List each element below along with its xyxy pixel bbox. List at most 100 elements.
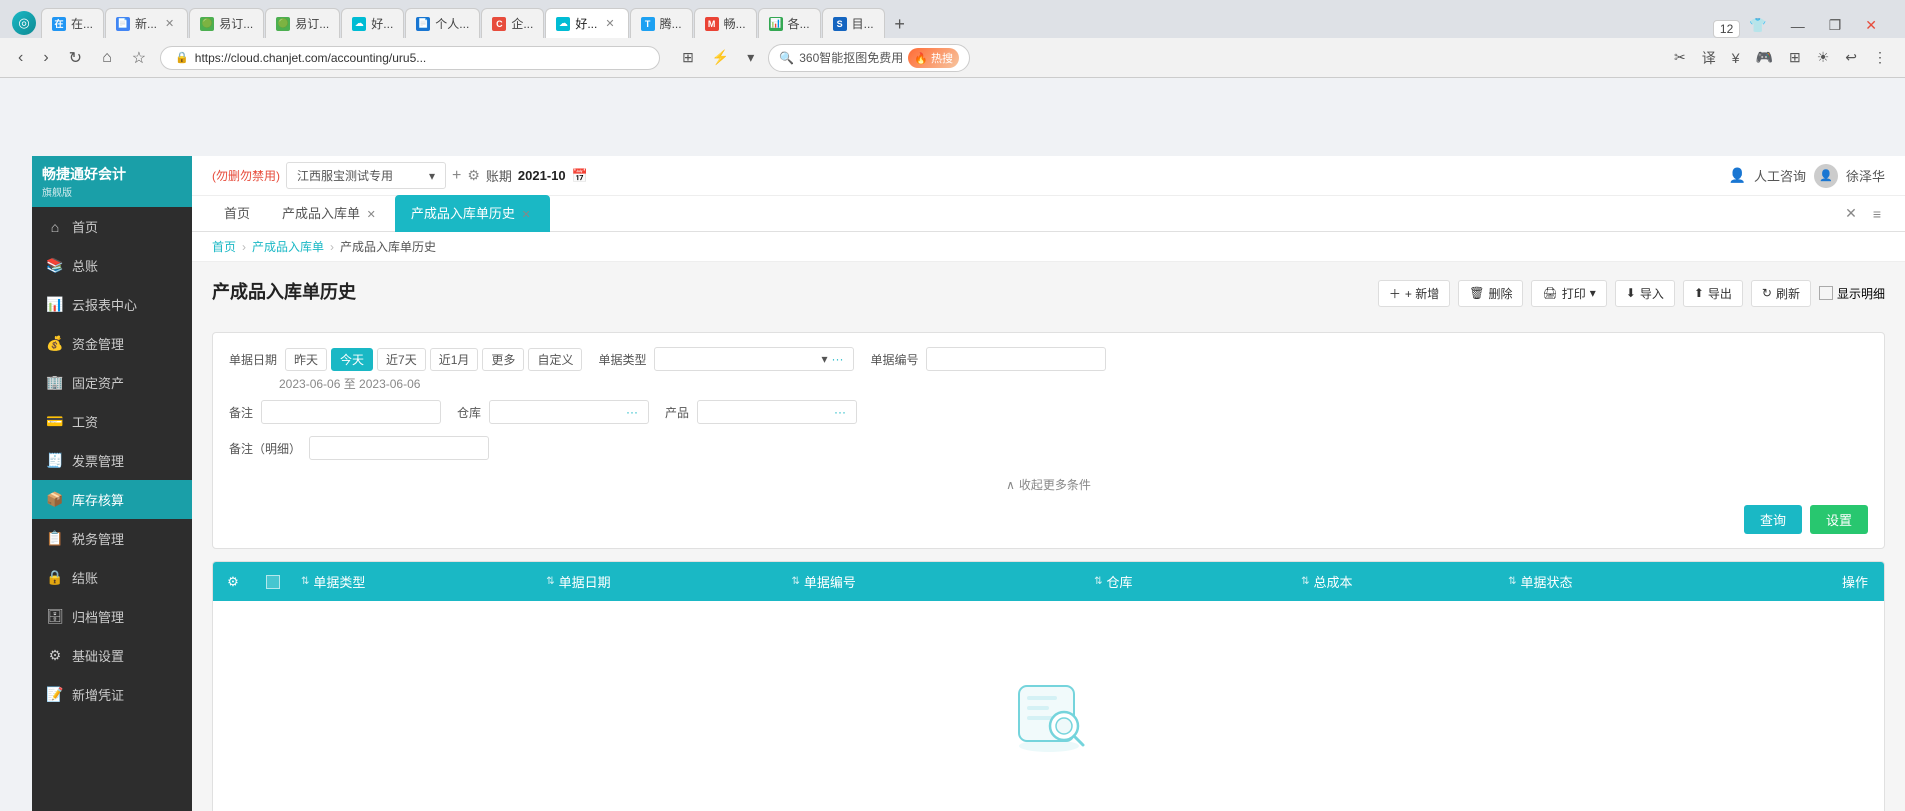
date-range-text: 2023-06-06 至 2023-06-06 [279,377,420,391]
browser-tab-7[interactable]: C 企... [481,8,544,38]
nav-item-close[interactable]: 🔒 结账 [32,558,192,597]
content-tab-list[interactable]: 产成品入库单 ✕ [266,195,395,232]
content-tab-home[interactable]: 首页 [208,195,266,232]
tab-count: 12 [1713,20,1740,38]
date-yesterday-btn[interactable]: 昨天 [285,348,327,371]
content-area-more[interactable]: ≡ [1865,202,1889,226]
translate-icon[interactable]: 译 [1696,44,1722,72]
nav-item-fixed[interactable]: 🏢 固定资产 [32,363,192,402]
grid-icon[interactable]: ⊞ [676,45,700,70]
content-tab-list-close[interactable]: ✕ [364,208,379,222]
company-selector[interactable]: 江西服宝测试专用 ▾ [286,162,446,189]
layout-icon[interactable]: ⊞ [1783,45,1807,70]
bill-number-input[interactable] [926,347,1106,371]
date-custom-btn[interactable]: 自定义 [528,348,582,371]
remark-filter-group: 备注 [229,400,441,424]
browser-tab-1[interactable]: 在 在... [41,8,104,38]
check-all-checkbox[interactable] [266,575,280,589]
bookmark-button[interactable]: ☆ [126,44,152,72]
content-area-close[interactable]: ✕ [1837,201,1865,226]
th-warehouse[interactable]: ⇅ 仓库 [1086,562,1293,601]
nav-item-basic[interactable]: ⚙ 基础设置 [32,636,192,675]
browser-tab-11[interactable]: 📊 各... [758,8,821,38]
tab-close-8[interactable]: ✕ [602,16,617,31]
nav-item-salary[interactable]: 💳 工资 [32,402,192,441]
scissors-icon[interactable]: ✂ [1668,45,1692,70]
th-bill-number[interactable]: ⇅ 单据编号 [784,562,1087,601]
new-tab-button[interactable]: + [886,10,914,38]
nav-item-ledger[interactable]: 📚 总账 [32,246,192,285]
date-today-btn[interactable]: 今天 [331,348,373,371]
th-gear[interactable]: ⚙ [213,564,253,600]
shirt-icon[interactable]: 👕 [1741,13,1774,38]
nav-item-inventory[interactable]: 📦 库存核算 [32,480,192,519]
yuan-icon[interactable]: ¥ [1726,46,1746,70]
warehouse-select[interactable]: ··· [489,400,649,424]
maximize-button[interactable]: ❐ [1821,13,1850,38]
browser-tab-12[interactable]: S 目... [822,8,885,38]
nav-item-report[interactable]: 📊 云报表中心 [32,285,192,324]
search-box[interactable]: 🔍 360智能抠图免费用 🔥 热搜 [768,44,970,72]
browser-tab-5[interactable]: ☁ 好... [341,8,404,38]
refresh-toolbar-button[interactable]: ↻ 刷新 [1751,280,1811,307]
human-service-text[interactable]: 人工咨询 [1754,166,1806,185]
add-company-button[interactable]: + [452,167,461,185]
nav-item-funds[interactable]: 💰 资金管理 [32,324,192,363]
nav-item-newbill[interactable]: 📝 新增凭证 [32,675,192,714]
content-tab-history[interactable]: 产成品入库单历史 ✕ [395,195,550,232]
address-input[interactable]: 🔒 https://cloud.chanjet.com/accounting/u… [160,46,660,70]
export-button[interactable]: ⬆ 导出 [1683,280,1743,307]
calendar-icon[interactable]: 📅 [572,168,588,184]
add-button[interactable]: ＋ + 新增 [1378,280,1450,307]
display-toggle[interactable]: 显示明细 [1819,285,1885,302]
undo-icon[interactable]: ↩ [1839,45,1863,70]
lightning-icon[interactable]: ⚡ [706,45,735,70]
browser-tab-4[interactable]: 🟢 易订... [265,8,340,38]
nav-item-tax[interactable]: 📋 税务管理 [32,519,192,558]
nav-item-home[interactable]: ⌂ 首页 [32,207,192,246]
breadcrumb-list[interactable]: 产成品入库单 [252,238,324,255]
content-tab-history-close[interactable]: ✕ [519,208,534,222]
date-7days-btn[interactable]: 近7天 [377,348,426,371]
remark-detail-input[interactable] [309,436,489,460]
home-button[interactable]: ⌂ [96,45,118,71]
bill-type-select[interactable]: ▾ ··· [654,347,854,371]
close-button[interactable]: ✕ [1857,13,1885,38]
settings-button[interactable]: 设置 [1810,505,1868,534]
game-icon[interactable]: 🎮 [1750,45,1779,70]
theme-icon[interactable]: ☀ [1811,45,1836,70]
date-more-btn[interactable]: 更多 [482,348,524,371]
tab-close-2[interactable]: ✕ [162,16,177,31]
minimize-button[interactable]: — [1783,14,1813,38]
product-select[interactable]: ··· [697,400,857,424]
import-button[interactable]: ⬇ 导入 [1615,280,1675,307]
browser-tab-9[interactable]: T 腾... [630,8,693,38]
date-1month-btn[interactable]: 近1月 [430,348,479,371]
th-bill-date[interactable]: ⇅ 单据日期 [538,562,783,601]
browser-tab-6[interactable]: 📄 个人... [405,8,480,38]
th-bill-type[interactable]: ⇅ 单据类型 [293,562,538,601]
th-total-cost[interactable]: ⇅ 总成本 [1293,562,1500,601]
more-icon[interactable]: ⋮ [1867,45,1893,70]
forward-button[interactable]: › [37,45,54,71]
content-tab-history-label: 产成品入库单历史 [411,206,515,221]
refresh-button[interactable]: ↻ [63,44,88,72]
dropdown-icon[interactable]: ▾ [741,45,760,70]
print-button[interactable]: 🖨 打印 ▾ [1531,280,1606,307]
query-button[interactable]: 查询 [1744,505,1802,534]
th-bill-status[interactable]: ⇅ 单据状态 [1500,562,1745,601]
browser-tab-10[interactable]: M 畅... [694,8,757,38]
back-button[interactable]: ‹ [12,45,29,71]
nav-item-archive[interactable]: 🗄 归档管理 [32,597,192,636]
display-checkbox[interactable] [1819,286,1833,300]
delete-button[interactable]: 🗑 删除 [1458,280,1523,307]
settings-gear-icon[interactable]: ⚙ [467,167,480,184]
browser-tab-2[interactable]: 📄 新... ✕ [105,8,188,38]
browser-tab-3[interactable]: 🟢 易订... [189,8,264,38]
breadcrumb-home[interactable]: 首页 [212,238,236,255]
browser-tab-8[interactable]: ☁ 好... ✕ [545,8,628,38]
th-check[interactable] [253,565,293,599]
nav-item-invoice[interactable]: 🧾 发票管理 [32,441,192,480]
remark-input[interactable] [261,400,441,424]
collapse-conditions-btn[interactable]: ∧ 收起更多条件 [229,472,1868,497]
